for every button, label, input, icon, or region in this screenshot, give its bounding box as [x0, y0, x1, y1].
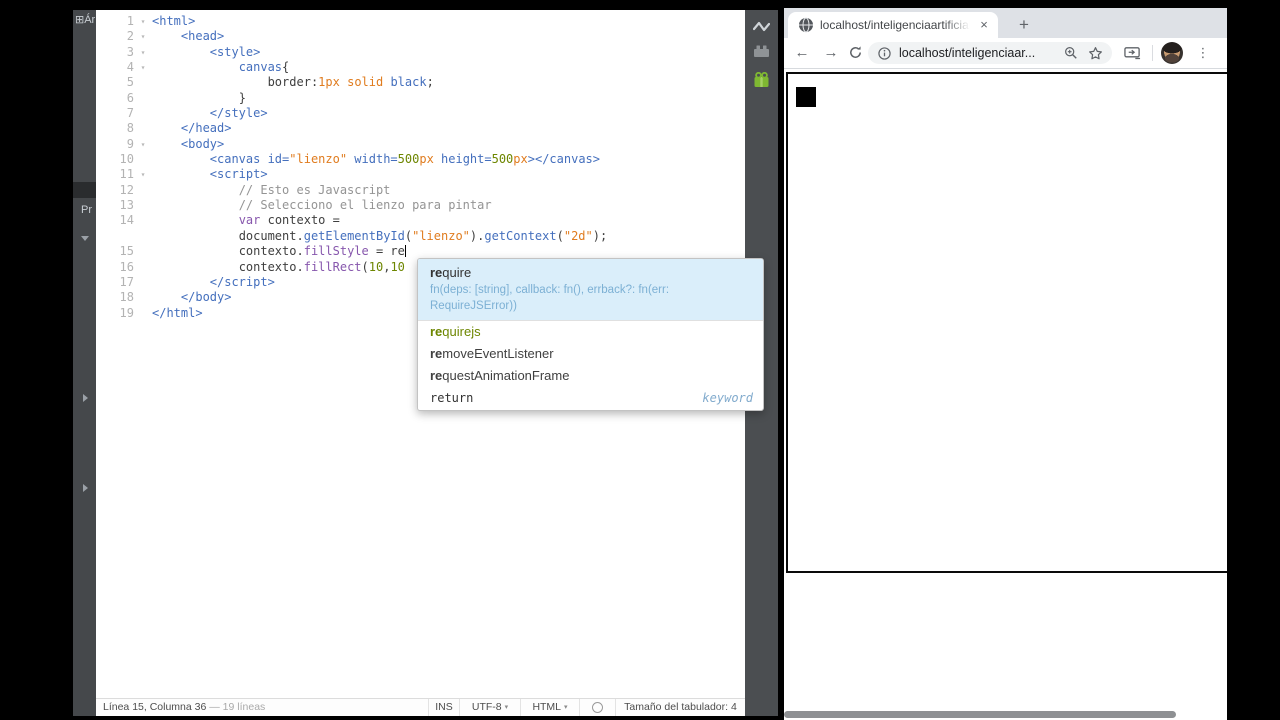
line-number: 12: [119, 182, 134, 197]
fold-arrow-icon[interactable]: ▾: [134, 167, 152, 182]
cursor-position-status: Línea 15, Columna 36 — 19 líneas: [103, 701, 266, 713]
extension-manager-icon[interactable]: [753, 43, 770, 58]
live-preview-status[interactable]: [579, 699, 615, 716]
code-line[interactable]: 8 </head>: [96, 121, 745, 136]
canvas-filled-square: [796, 87, 816, 107]
line-number: 19: [119, 305, 134, 320]
hint-item[interactable]: removeEventListener: [418, 343, 763, 365]
cast-icon[interactable]: [1124, 46, 1144, 64]
reload-icon: [850, 46, 861, 58]
chevron-down-icon: ▾: [564, 704, 568, 711]
hint-item[interactable]: requestAnimationFrame: [418, 365, 763, 387]
line-number: 10: [119, 152, 134, 167]
encoding-selector[interactable]: UTF-8 ▾: [459, 699, 520, 716]
line-number: 15: [119, 244, 134, 259]
text-cursor: [404, 245, 406, 258]
forward-button[interactable]: →: [821, 44, 841, 62]
line-number: 9: [126, 136, 134, 151]
keyword-tag-label: keyword: [702, 391, 753, 405]
code-hint-popup: require fn(deps: [string], callback: fn(…: [417, 258, 764, 411]
browser-menu-icon[interactable]: ⋮: [1194, 44, 1212, 62]
hint-item[interactable]: requirejs: [418, 321, 763, 343]
line-number: 1: [126, 14, 134, 28]
new-tab-button[interactable]: +: [1012, 13, 1036, 37]
address-bar[interactable]: localhost/inteligenciaar...: [868, 42, 1112, 64]
tab-close-icon[interactable]: ×: [976, 17, 992, 33]
line-number: 2: [126, 29, 134, 44]
line-number: 13: [119, 198, 134, 213]
line-number: 7: [126, 106, 134, 121]
project-header-label: ⊞Ár: [75, 14, 96, 26]
code-line[interactable]: 3 ▾ <style>: [96, 45, 745, 60]
line-number: 11: [119, 167, 134, 182]
code-line[interactable]: 9 ▾ <body>: [96, 137, 745, 152]
tree-expand-icon[interactable]: [83, 484, 88, 492]
browser-viewport: [784, 69, 1227, 720]
line-number: 14: [119, 213, 134, 228]
back-button[interactable]: ←: [792, 44, 812, 62]
code-line[interactable]: 12// Esto es Javascript: [96, 183, 745, 198]
fold-arrow-icon[interactable]: ▾: [134, 45, 152, 60]
line-number: 6: [126, 90, 134, 105]
code-line[interactable]: 4 ▾ canvas{: [96, 60, 745, 75]
code-line[interactable]: 5 border:1px solid black;: [96, 75, 745, 90]
code-line[interactable]: 11 ▾ <script>: [96, 167, 745, 182]
globe-favicon-icon: [799, 17, 813, 33]
code-line[interactable]: 7 </style>: [96, 106, 745, 121]
tab-size-setting[interactable]: Tamaño del tabulador: 4: [615, 699, 745, 716]
line-number: 17: [119, 274, 134, 289]
extension-gift-icon[interactable]: [753, 72, 770, 88]
insert-mode-toggle[interactable]: INS: [428, 699, 459, 716]
code-line[interactable]: 10 <canvas id="lienzo" width=500px height…: [96, 152, 745, 167]
tab-title: localhost/inteligenciaartificial/e: [820, 18, 970, 33]
line-count-status: — 19 líneas: [209, 701, 266, 713]
zoom-icon[interactable]: [1064, 46, 1078, 60]
browser-toolbar: ← → localhost/inteligenciaar... ⋮: [784, 38, 1227, 69]
line-number: 18: [119, 290, 134, 305]
sidebar-file-label[interactable]: Pr: [81, 204, 92, 216]
live-preview-icon[interactable]: [753, 20, 770, 34]
url-text[interactable]: localhost/inteligenciaar...: [899, 46, 1064, 60]
line-number: 5: [126, 75, 134, 90]
fold-arrow-icon[interactable]: ▾: [134, 29, 152, 44]
language-selector[interactable]: HTML ▾: [520, 699, 579, 716]
line-number: 16: [119, 259, 134, 274]
line-number: 8: [126, 121, 134, 136]
chevron-down-icon: ▾: [504, 704, 509, 711]
chrome-browser-window: localhost/inteligenciaartificial/e × + ←…: [784, 8, 1227, 720]
page-canvas-element: [786, 72, 1227, 573]
reload-button[interactable]: [848, 45, 868, 63]
profile-avatar[interactable]: [1161, 42, 1183, 64]
tab-strip: localhost/inteligenciaartificial/e × +: [784, 8, 1227, 38]
cast-icon: [1124, 47, 1141, 60]
hint-description: RequireJSError)): [430, 300, 517, 312]
horizontal-scrollbar-thumb[interactable]: [784, 711, 1176, 718]
tree-expand-icon[interactable]: [83, 394, 88, 402]
code-line[interactable]: document.getElementById("lienzo").getCon…: [96, 229, 745, 244]
line-number: 4: [126, 60, 134, 75]
info-icon[interactable]: [878, 46, 891, 60]
hint-description: fn(deps: [string], callback: fn(), errba…: [430, 284, 670, 296]
tree-collapse-icon[interactable]: [81, 236, 89, 241]
hint-item-selected[interactable]: require fn(deps: [string], callback: fn(…: [418, 259, 763, 321]
code-line[interactable]: 1 ▾ <html>: [96, 14, 745, 29]
project-header-icon: ⊞: [75, 14, 85, 26]
bookmark-star-icon[interactable]: [1088, 46, 1103, 61]
fold-arrow-icon[interactable]: ▾: [134, 137, 152, 152]
toolbar-divider: [1152, 45, 1153, 61]
fold-arrow-icon[interactable]: ▾: [134, 60, 152, 75]
line-number: 3: [126, 44, 134, 59]
sidebar-selected-item[interactable]: [73, 182, 96, 198]
editor-status-bar: Línea 15, Columna 36 — 19 líneas INS UTF…: [96, 698, 745, 716]
fold-arrow-icon[interactable]: ▾: [134, 14, 152, 29]
code-line[interactable]: 2 ▾ <head>: [96, 29, 745, 44]
browser-tab[interactable]: localhost/inteligenciaartificial/e ×: [788, 12, 998, 38]
code-line[interactable]: 13// Selecciono el lienzo para pintar: [96, 198, 745, 213]
brackets-project-sidebar[interactable]: ⊞Ár Pr: [73, 10, 96, 716]
code-line[interactable]: 6}: [96, 91, 745, 106]
code-line[interactable]: 14 var contexto =: [96, 213, 745, 228]
hint-item-keyword[interactable]: return keyword: [418, 387, 763, 410]
status-circle-icon: [592, 702, 603, 713]
